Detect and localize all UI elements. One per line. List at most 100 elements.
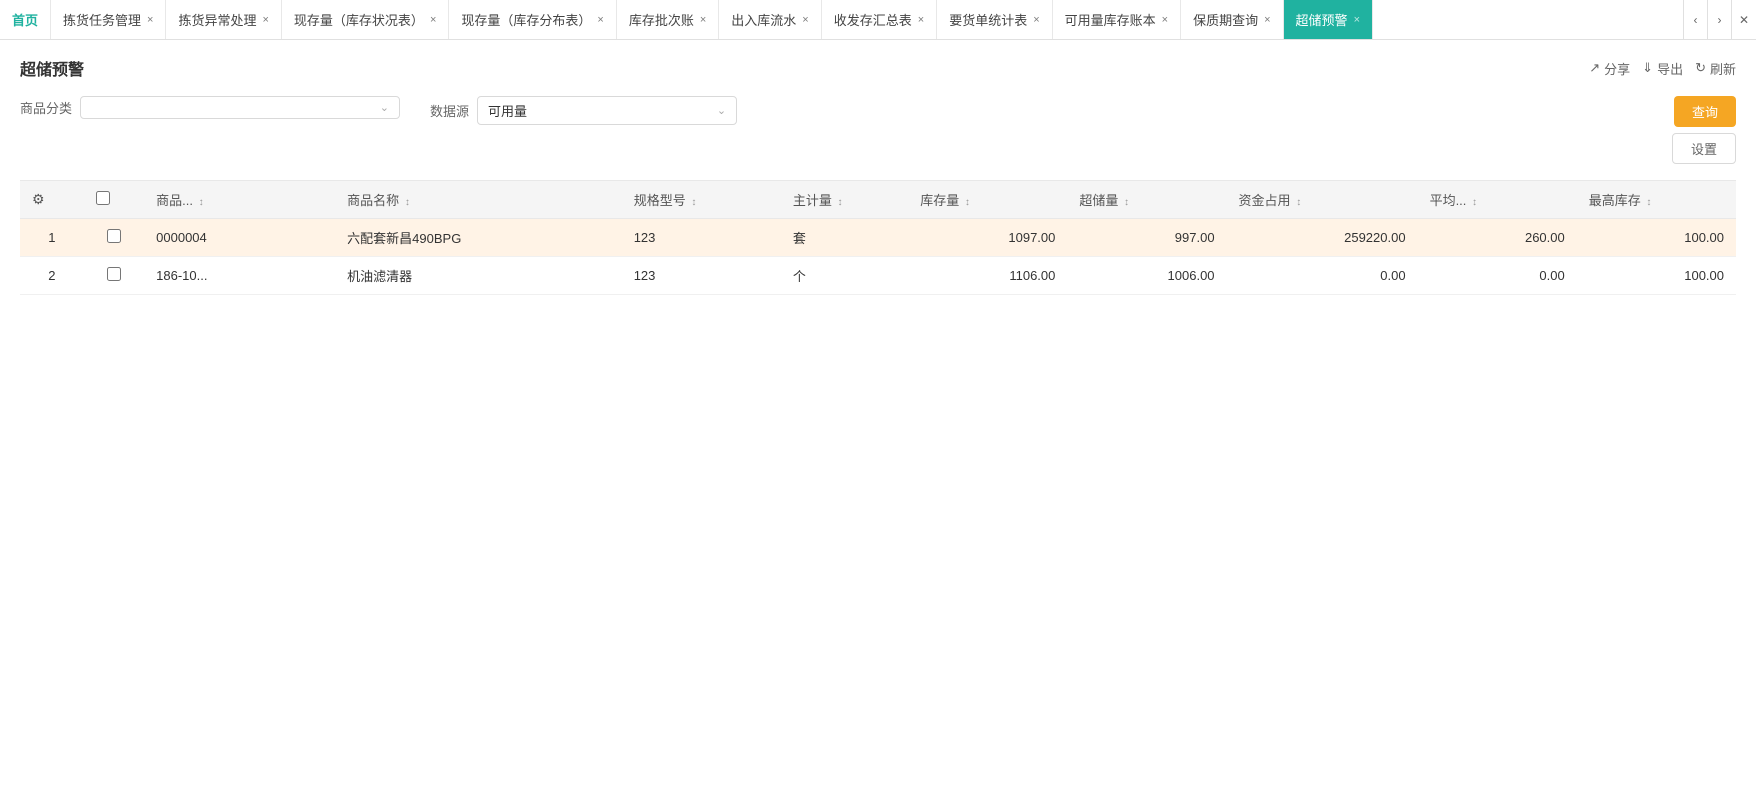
table-row: 1 0000004 六配套新昌490BPG 123 套 1097.00 997.…: [20, 219, 1736, 257]
th-name[interactable]: 商品名称 ↕: [335, 181, 622, 219]
cell-code-1: 186-10...: [144, 257, 335, 295]
cell-stock-1: 1106.00: [908, 257, 1067, 295]
export-icon: ⇓: [1642, 60, 1653, 76]
table-row: 2 186-10... 机油滤清器 123 个 1106.00 1006.00 …: [20, 257, 1736, 295]
settings-button[interactable]: 设置: [1672, 133, 1736, 164]
th-unit[interactable]: 主计量 ↕: [781, 181, 908, 219]
cell-stock-0: 1097.00: [908, 219, 1067, 257]
nav-tab-available[interactable]: 可用量库存账本×: [1053, 0, 1181, 39]
cell-checkbox-1[interactable]: [84, 257, 144, 295]
refresh-action[interactable]: ↻ 刷新: [1695, 59, 1736, 78]
cell-avg-1: 0.00: [1418, 257, 1577, 295]
gear-icon: ⚙: [32, 191, 45, 207]
th-avg[interactable]: 平均... ↕: [1418, 181, 1577, 219]
close-tab-exception-icon[interactable]: ×: [262, 14, 268, 26]
th-unit-label: 主计量: [793, 193, 832, 208]
datasource-label: 数据源: [430, 101, 469, 120]
nav-next-button[interactable]: ›: [1708, 0, 1732, 39]
th-spec[interactable]: 规格型号 ↕: [622, 181, 781, 219]
cell-name-0: 六配套新昌490BPG: [335, 219, 622, 257]
nav-tab-home[interactable]: 首页: [0, 0, 51, 39]
nav-prev-button[interactable]: ‹: [1684, 0, 1708, 39]
nav-tab-inout[interactable]: 出入库流水×: [719, 0, 821, 39]
th-stock-label: 库存量: [920, 193, 959, 208]
datasource-value: 可用量: [488, 101, 527, 120]
th-capital[interactable]: 资金占用 ↕: [1227, 181, 1418, 219]
category-select[interactable]: ⌄: [80, 96, 400, 119]
cell-index-1: 2: [20, 257, 84, 295]
close-tab-order-stat-icon[interactable]: ×: [1033, 14, 1039, 26]
header-actions: ↗ 分享 ⇓ 导出 ↻ 刷新: [1589, 59, 1736, 78]
th-settings[interactable]: ⚙: [20, 181, 84, 219]
table-header-row: ⚙ 商品... ↕ 商品名称 ↕ 规格型号 ↕ 主计量: [20, 181, 1736, 219]
th-spec-label: 规格型号: [634, 193, 686, 208]
th-max[interactable]: 最高库存 ↕: [1577, 181, 1736, 219]
close-tab-task-icon[interactable]: ×: [147, 14, 153, 26]
close-tab-inventory-status-icon[interactable]: ×: [430, 14, 436, 26]
nav-arrow-controls: ‹ › ✕: [1683, 0, 1756, 39]
share-label: 分享: [1604, 59, 1630, 78]
th-over[interactable]: 超储量 ↕: [1067, 181, 1226, 219]
th-stock[interactable]: 库存量 ↕: [908, 181, 1067, 219]
cell-capital-0: 259220.00: [1227, 219, 1418, 257]
category-chevron-icon: ⌄: [380, 101, 389, 114]
page-header: 超储预警 ↗ 分享 ⇓ 导出 ↻ 刷新: [20, 56, 1736, 80]
cell-over-1: 1006.00: [1067, 257, 1226, 295]
close-tab-overstock-icon[interactable]: ×: [1354, 14, 1360, 26]
cell-max-1: 100.00: [1577, 257, 1736, 295]
row-checkbox-0[interactable]: [107, 229, 121, 243]
cell-index-0: 1: [20, 219, 84, 257]
close-tab-quality-icon[interactable]: ×: [1264, 14, 1270, 26]
datasource-chevron-icon: ⌄: [717, 104, 726, 117]
nav-tab-batch[interactable]: 库存批次账×: [617, 0, 719, 39]
row-checkbox-1[interactable]: [107, 267, 121, 281]
cell-over-0: 997.00: [1067, 219, 1226, 257]
category-filter: 商品分类 ⌄: [20, 96, 400, 119]
th-checkbox[interactable]: [84, 181, 144, 219]
cell-name-1: 机油滤清器: [335, 257, 622, 295]
cell-capital-1: 0.00: [1227, 257, 1418, 295]
cell-unit-0: 套: [781, 219, 908, 257]
nav-tab-inventory-status[interactable]: 现存量（库存状况表）×: [282, 0, 449, 39]
th-capital-label: 资金占用: [1239, 193, 1291, 208]
sort-name-icon: ↕: [405, 197, 410, 208]
cell-unit-1: 个: [781, 257, 908, 295]
category-label: 商品分类: [20, 98, 72, 117]
nav-tab-task[interactable]: 拣货任务管理×: [51, 0, 166, 39]
th-code[interactable]: 商品... ↕: [144, 181, 335, 219]
overstock-table: ⚙ 商品... ↕ 商品名称 ↕ 规格型号 ↕ 主计量: [20, 180, 1736, 295]
sort-avg-icon: ↕: [1472, 197, 1477, 208]
export-label: 导出: [1657, 59, 1683, 78]
nav-tab-exception[interactable]: 拣货异常处理×: [166, 0, 281, 39]
query-button[interactable]: 查询: [1674, 96, 1736, 127]
nav-tab-overstock[interactable]: 超储预警×: [1284, 0, 1373, 39]
th-code-label: 商品...: [156, 193, 193, 208]
nav-tab-quality[interactable]: 保质期查询×: [1181, 0, 1283, 39]
nav-tab-inventory-dist[interactable]: 现存量（库存分布表）×: [449, 0, 616, 39]
sort-max-icon: ↕: [1646, 197, 1651, 208]
sort-capital-icon: ↕: [1296, 197, 1301, 208]
datasource-filter: 数据源 可用量 ⌄: [430, 96, 737, 125]
cell-checkbox-0[interactable]: [84, 219, 144, 257]
close-tab-inventory-dist-icon[interactable]: ×: [597, 14, 603, 26]
close-tab-inout-icon[interactable]: ×: [802, 14, 808, 26]
nav-tab-order-stat[interactable]: 要货单统计表×: [937, 0, 1052, 39]
close-tab-batch-icon[interactable]: ×: [700, 14, 706, 26]
datasource-select[interactable]: 可用量 ⌄: [477, 96, 737, 125]
share-action[interactable]: ↗ 分享: [1589, 59, 1630, 78]
th-max-label: 最高库存: [1589, 193, 1641, 208]
cell-spec-0: 123: [622, 219, 781, 257]
cell-max-0: 100.00: [1577, 219, 1736, 257]
refresh-icon: ↻: [1695, 60, 1706, 76]
nav-tab-collect[interactable]: 收发存汇总表×: [822, 0, 937, 39]
nav-close-all-button[interactable]: ✕: [1732, 0, 1756, 39]
sort-unit-icon: ↕: [838, 197, 843, 208]
close-tab-available-icon[interactable]: ×: [1162, 14, 1168, 26]
th-over-label: 超储量: [1079, 193, 1118, 208]
export-action[interactable]: ⇓ 导出: [1642, 59, 1683, 78]
sort-code-icon: ↕: [199, 197, 204, 208]
close-tab-collect-icon[interactable]: ×: [918, 14, 924, 26]
page-title: 超储预警: [20, 56, 84, 80]
select-all-checkbox[interactable]: [96, 191, 110, 205]
nav-tabs: 首页拣货任务管理×拣货异常处理×现存量（库存状况表）×现存量（库存分布表）×库存…: [0, 0, 1683, 39]
